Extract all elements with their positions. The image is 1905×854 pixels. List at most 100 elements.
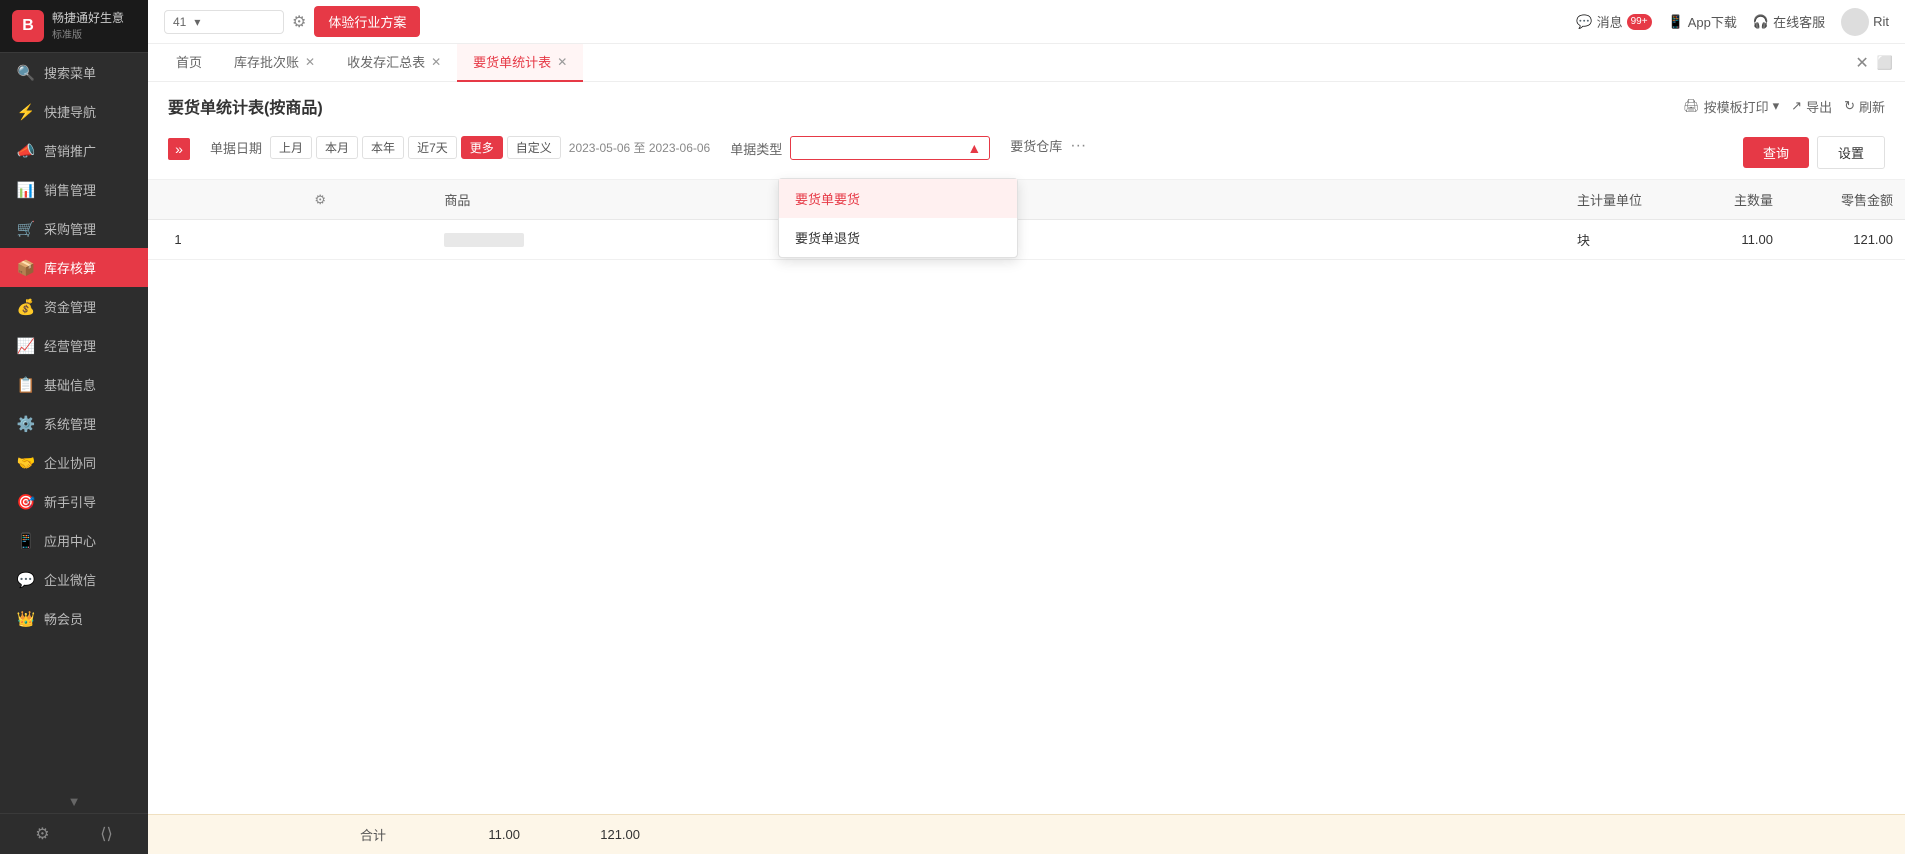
goods-name-placeholder [444, 233, 524, 247]
warehouse-more-btn[interactable]: ··· [1070, 137, 1086, 155]
col-header-settings[interactable]: ⚙ [208, 180, 432, 220]
filter-bar: » 单据日期 上月 本月 本年 近7天 更多 自定义 2023-05-06 至 … [148, 126, 1905, 180]
sidebar-item-basic[interactable]: 📋 基础信息 [0, 365, 148, 404]
appstore-icon: 📱 [16, 532, 36, 550]
tab-reqstat[interactable]: 要货单统计表 ✕ [457, 44, 583, 82]
sidebar-logo: B 畅捷通好生意 标准版 [0, 0, 148, 53]
warehouse-filter-group: 要货仓库 ··· [1010, 136, 1086, 155]
msg-btn[interactable]: 💬 消息 99+ [1576, 12, 1651, 31]
user-avatar-btn[interactable]: Rit [1841, 8, 1889, 36]
table-body: 1 块 11.00 121.00 [148, 220, 1905, 260]
sidebar-search[interactable]: 🔍 搜索菜单 [0, 53, 148, 92]
tabs-bar: 首页 库存批次账 ✕ 收发存汇总表 ✕ 要货单统计表 ✕ ✕ ⬜ [148, 44, 1905, 82]
type-filter-group: 单据类型 ▲ [730, 136, 990, 160]
inventory-icon: 📦 [16, 259, 36, 277]
main-table: ⚙ 商品 主计量单位 主数量 零售金额 1 块 11.00 121.00 [148, 180, 1905, 260]
export-btn[interactable]: ↗ 导出 [1791, 97, 1832, 116]
sidebar-item-system[interactable]: ⚙️ 系统管理 [0, 404, 148, 443]
filter-settings-btn[interactable]: 设置 [1817, 136, 1885, 169]
footer-label: 合计 [160, 825, 400, 844]
sidebar-item-purchase[interactable]: 🛒 采购管理 [0, 209, 148, 248]
logo-icon: B [12, 10, 44, 42]
app-download-btn[interactable]: 📱 App下载 [1668, 12, 1737, 31]
sidebar-item-guide[interactable]: 🎯 新手引导 [0, 482, 148, 521]
main-area: 41 ▾ ⚙ 体验行业方案 💬 消息 99+ 📱 App下载 🎧 在线客服 [148, 0, 1905, 854]
tab-close-inventory-batch[interactable]: ✕ [305, 55, 315, 69]
sidebar-item-wecom[interactable]: 💬 企业微信 [0, 560, 148, 599]
date-btn-7days[interactable]: 近7天 [408, 136, 457, 159]
cell-amount-1: 121.00 [1785, 220, 1905, 260]
refresh-btn[interactable]: ↻ 刷新 [1844, 97, 1885, 116]
col-header-unit: 主计量单位 [1565, 180, 1665, 220]
fullscreen-icon[interactable]: ⬜ [1877, 55, 1893, 71]
table-row: 1 块 11.00 121.00 [148, 220, 1905, 260]
print-dropdown-icon: ▾ [1773, 98, 1780, 114]
sidebar-item-sales[interactable]: 📊 销售管理 [0, 170, 148, 209]
query-btn[interactable]: 查询 [1743, 137, 1809, 168]
industry-btn[interactable]: 体验行业方案 [314, 6, 420, 37]
dropdown-item-yh-order[interactable]: 要货单要货 [779, 179, 1017, 218]
collapse-footer-btn[interactable]: ⟨⟩ [100, 824, 112, 844]
topbar-right: 💬 消息 99+ 📱 App下载 🎧 在线客服 Rit [1576, 8, 1889, 36]
finance-icon: 💰 [16, 298, 36, 316]
service-btn[interactable]: 🎧 在线客服 [1753, 12, 1825, 31]
type-filter-label: 单据类型 [730, 139, 782, 158]
date-btn-this-year[interactable]: 本年 [362, 136, 404, 159]
table-footer: 合计 11.00 121.00 [148, 814, 1905, 854]
date-btn-last-month[interactable]: 上月 [270, 136, 312, 159]
service-icon: 🎧 [1753, 14, 1769, 30]
settings-footer-btn[interactable]: ⚙ [35, 824, 49, 844]
member-icon: 👑 [16, 610, 36, 628]
maximize-icon[interactable]: ✕ [1855, 53, 1868, 73]
sidebar-nav: ⚡ 快捷导航 📣 营销推广 📊 销售管理 🛒 采购管理 📦 库存核算 💰 资金管… [0, 92, 148, 790]
sidebar-item-cooperation[interactable]: 🤝 企业协同 [0, 443, 148, 482]
type-select-arrow-icon: ▲ [967, 140, 981, 156]
cell-settings-1 [208, 220, 432, 260]
quick-nav-icon: ⚡ [16, 103, 36, 121]
topbar-left: 41 ▾ ⚙ 体验行业方案 [164, 6, 1566, 37]
tab-shipreceive[interactable]: 收发存汇总表 ✕ [331, 44, 457, 82]
sidebar-footer: ⚙ ⟨⟩ [0, 813, 148, 854]
expand-btn[interactable]: » [168, 138, 190, 160]
avatar [1841, 8, 1869, 36]
sidebar-item-quick-nav[interactable]: ⚡ 快捷导航 [0, 92, 148, 131]
operations-icon: 📈 [16, 337, 36, 355]
sidebar-item-inventory[interactable]: 📦 库存核算 [0, 248, 148, 287]
sidebar-item-member[interactable]: 👑 畅会员 [0, 599, 148, 638]
topbar: 41 ▾ ⚙ 体验行业方案 💬 消息 99+ 📱 App下载 🎧 在线客服 [148, 0, 1905, 44]
sidebar-scroll-down[interactable]: ▼ [0, 790, 148, 813]
date-filter-group: 单据日期 上月 本月 本年 近7天 更多 自定义 2023-05-06 至 20… [210, 136, 710, 159]
footer-amount: 121.00 [520, 827, 640, 842]
cell-num-1: 1 [148, 220, 208, 260]
warehouse-label: 要货仓库 [1010, 136, 1062, 155]
col-header-num [148, 180, 208, 220]
search-icon: 🔍 [16, 64, 36, 82]
date-buttons: 上月 本月 本年 近7天 更多 自定义 [270, 136, 561, 159]
logo-text: 畅捷通好生意 标准版 [52, 11, 124, 42]
date-btn-custom[interactable]: 自定义 [507, 136, 561, 159]
tab-home[interactable]: 首页 [160, 44, 218, 82]
col-header-amount: 零售金额 [1785, 180, 1905, 220]
date-btn-more[interactable]: 更多 [461, 136, 503, 159]
sidebar-item-appstore[interactable]: 📱 应用中心 [0, 521, 148, 560]
date-btn-this-month[interactable]: 本月 [316, 136, 358, 159]
type-dropdown: 要货单要货 要货单退货 [778, 178, 1018, 258]
topbar-gear-btn[interactable]: ⚙ [292, 12, 306, 32]
table-container: ⚙ 商品 主计量单位 主数量 零售金额 1 块 11.00 121.00 [148, 180, 1905, 814]
sidebar-item-operations[interactable]: 📈 经营管理 [0, 326, 148, 365]
type-select[interactable]: ▲ [790, 136, 990, 160]
marketing-icon: 📣 [16, 142, 36, 160]
basic-icon: 📋 [16, 376, 36, 394]
tab-close-shipreceive[interactable]: ✕ [431, 55, 441, 69]
header-actions: 🖨 按模板打印 ▾ ↗ 导出 ↻ 刷新 [1683, 97, 1885, 116]
tab-close-reqstat[interactable]: ✕ [557, 55, 567, 69]
sidebar: B 畅捷通好生意 标准版 🔍 搜索菜单 ⚡ 快捷导航 📣 营销推广 📊 销售管理… [0, 0, 148, 854]
window-controls: ✕ ⬜ [1855, 53, 1893, 73]
sidebar-item-finance[interactable]: 💰 资金管理 [0, 287, 148, 326]
cell-unit-1: 块 [1565, 220, 1665, 260]
print-btn[interactable]: 🖨 按模板打印 ▾ [1683, 97, 1779, 116]
dropdown-item-yh-return[interactable]: 要货单退货 [779, 218, 1017, 257]
sidebar-item-marketing[interactable]: 📣 营销推广 [0, 131, 148, 170]
tab-inventory-batch[interactable]: 库存批次账 ✕ [218, 44, 331, 82]
org-selector[interactable]: 41 ▾ [164, 10, 284, 34]
